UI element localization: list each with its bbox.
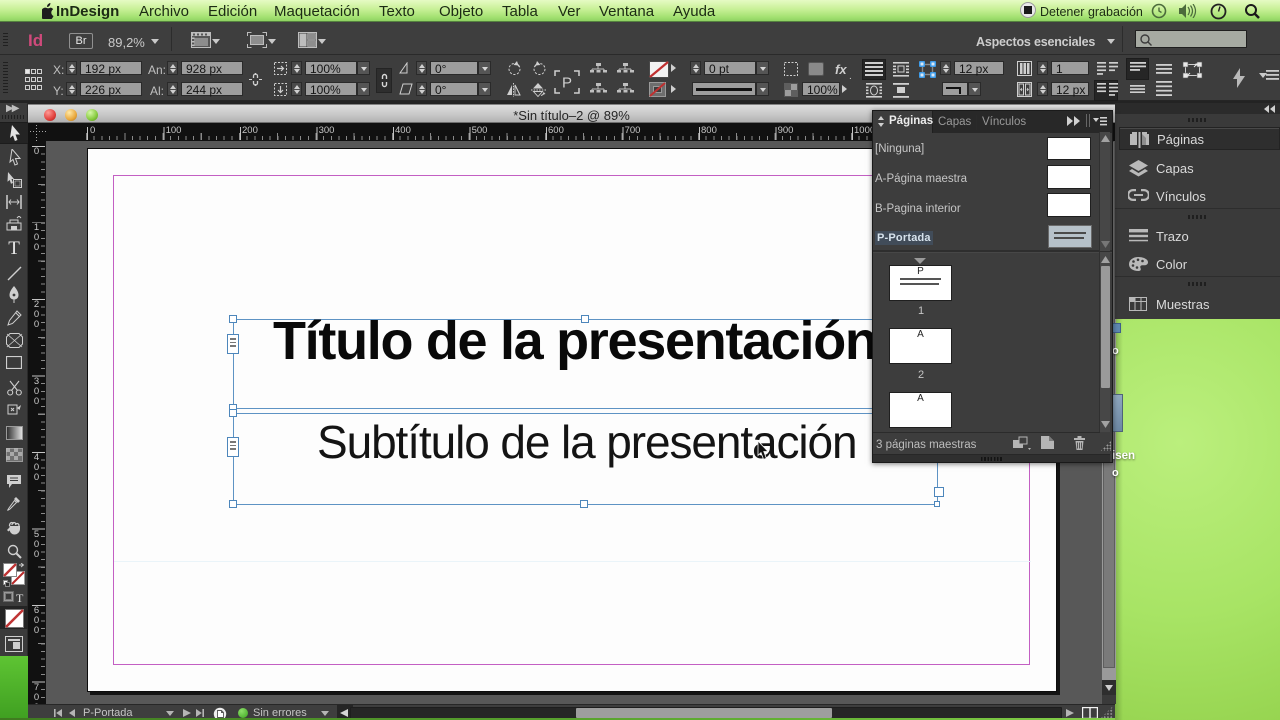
svg-text:T: T: [16, 591, 24, 604]
svg-text:P: P: [562, 75, 572, 92]
